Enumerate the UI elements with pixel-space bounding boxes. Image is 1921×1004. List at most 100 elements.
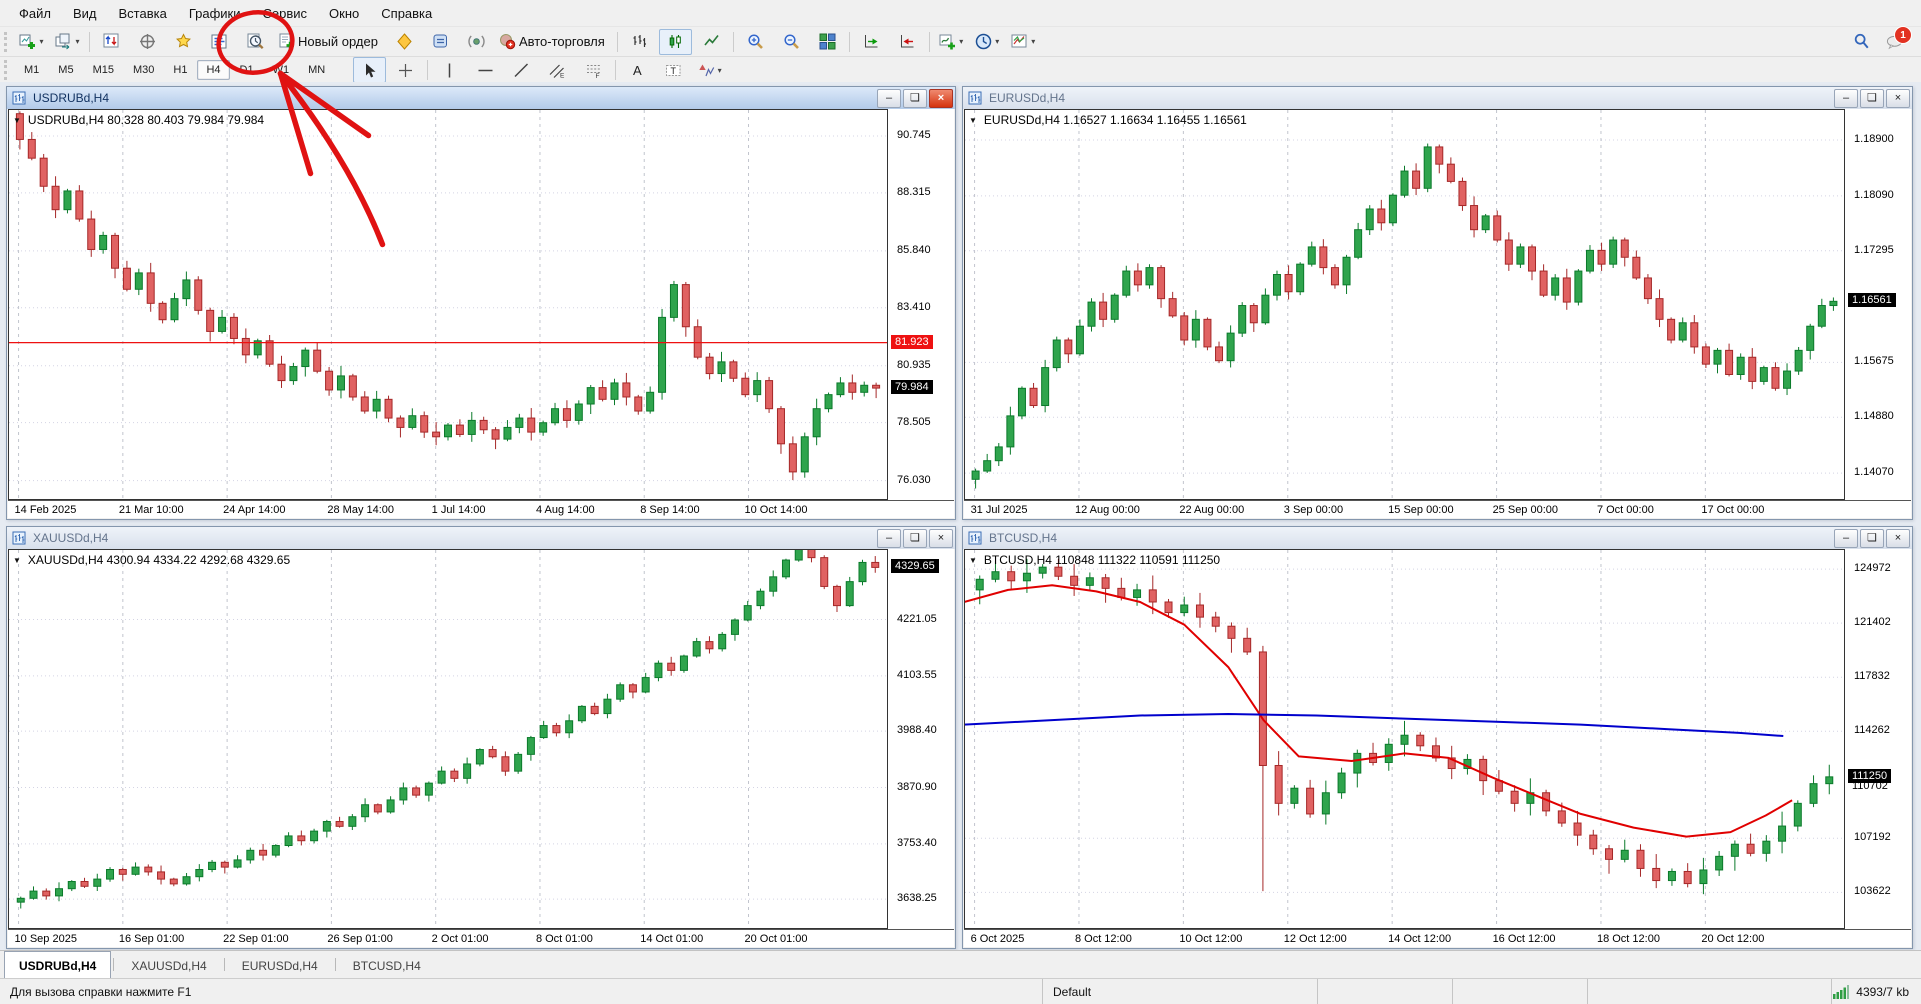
strategy-tester-button[interactable] — [239, 29, 272, 55]
crosshair-button[interactable] — [389, 57, 422, 83]
alerts-button[interactable] — [460, 29, 493, 55]
metaquotes-services-button[interactable] — [424, 29, 457, 55]
timeframe-m15-button[interactable]: M15 — [84, 60, 123, 80]
candle-chart-mode-button[interactable] — [659, 29, 692, 55]
data-window-button[interactable] — [131, 29, 164, 55]
line-chart-mode-button[interactable] — [695, 29, 728, 55]
tab-separator — [335, 958, 336, 971]
collapse-triangle-icon[interactable]: ▼ — [13, 116, 21, 125]
toolbar-grip[interactable] — [4, 32, 11, 52]
templates-button[interactable]: ▾ — [1007, 29, 1040, 55]
terminal-button[interactable] — [203, 29, 236, 55]
menu-Справка[interactable]: Справка — [370, 2, 443, 25]
chevron-down-icon[interactable]: ▾ — [1031, 37, 1035, 46]
search-button[interactable] — [1853, 33, 1870, 50]
chart-titlebar-BTCUSD[interactable]: BTCUSD,H4–❏× — [963, 527, 1912, 549]
timeframe-m5-button[interactable]: M5 — [49, 60, 82, 80]
timeframe-d1-button[interactable]: D1 — [231, 60, 263, 80]
timeframe-m1-button[interactable]: M1 — [15, 60, 48, 80]
close-button[interactable]: × — [929, 89, 953, 108]
chart-titlebar-XAUUSDd[interactable]: XAUUSDd,H4–❏× — [7, 527, 955, 549]
auto-trading-button[interactable]: Авто-торговля — [496, 29, 612, 55]
indicators-button[interactable]: ▾ — [935, 29, 968, 55]
collapse-triangle-icon[interactable]: ▼ — [13, 556, 21, 565]
tab-EURUSDdH4[interactable]: EURUSDd,H4 — [227, 951, 333, 978]
profiles-button[interactable]: ▾ — [51, 29, 84, 55]
minimize-button[interactable]: – — [877, 89, 901, 108]
menu-Окно[interactable]: Окно — [318, 2, 370, 25]
price-chart-USDRUBd[interactable] — [8, 109, 954, 518]
new-order-button[interactable]: Новый ордер — [275, 29, 385, 55]
timeframe-m30-button[interactable]: M30 — [124, 60, 163, 80]
zoom-in-button[interactable] — [739, 29, 772, 55]
trendline-button[interactable] — [505, 57, 538, 83]
collapse-triangle-icon[interactable]: ▼ — [969, 556, 977, 565]
new-chart-button[interactable]: ▾ — [15, 29, 48, 55]
chevron-down-icon[interactable]: ▾ — [959, 37, 963, 46]
close-button[interactable]: × — [1886, 89, 1910, 108]
metaeditor-button[interactable] — [388, 29, 421, 55]
price-chart-BTCUSD[interactable] — [964, 549, 1911, 947]
tab-XAUUSDdH4[interactable]: XAUUSDd,H4 — [116, 951, 221, 978]
chart-window-USDRUBd[interactable]: USDRUBd,H4–❏×90.74588.31585.84083.41080.… — [6, 86, 956, 520]
price-tick: 124972 — [1854, 562, 1891, 574]
minimize-button[interactable]: – — [1834, 529, 1858, 548]
restore-button[interactable]: ❏ — [903, 529, 927, 548]
chevron-down-icon[interactable]: ▾ — [995, 37, 999, 46]
chart-window-EURUSDd[interactable]: EURUSDd,H4–❏×1.189001.180901.172951.1567… — [962, 86, 1913, 520]
ma-slow-blue-line — [964, 714, 1783, 736]
menu-Графики[interactable]: Графики — [178, 2, 252, 25]
menu-Вид[interactable]: Вид — [62, 2, 108, 25]
status-profile[interactable]: Default — [1042, 979, 1182, 1004]
close-button[interactable]: × — [929, 529, 953, 548]
notifications-button[interactable]: 1 — [1886, 33, 1903, 50]
restore-button[interactable]: ❏ — [903, 89, 927, 108]
tester-magnifier-icon — [247, 33, 264, 50]
auto-scroll-button[interactable] — [855, 29, 888, 55]
chevron-down-icon[interactable]: ▾ — [718, 66, 722, 75]
vertical-line-button[interactable] — [433, 57, 466, 83]
close-button[interactable]: × — [1886, 529, 1910, 548]
text-button[interactable]: A — [621, 57, 654, 83]
timeframe-h1-button[interactable]: H1 — [164, 60, 196, 80]
chart-shift-button[interactable] — [891, 29, 924, 55]
price-chart-XAUUSDd[interactable] — [8, 549, 954, 947]
tab-BTCUSDH4[interactable]: BTCUSD,H4 — [338, 951, 436, 978]
market-watch-button[interactable] — [95, 29, 128, 55]
timeframe-h4-button[interactable]: H4 — [197, 60, 229, 80]
chart-titlebar-USDRUBd[interactable]: USDRUBd,H4–❏× — [7, 87, 955, 109]
fibonacci-button[interactable]: F — [577, 57, 610, 83]
time-tick: 17 Oct 00:00 — [1701, 504, 1764, 516]
equidistant-channel-button[interactable]: E — [541, 57, 574, 83]
minimize-button[interactable]: – — [1834, 89, 1858, 108]
menu-Сервис[interactable]: Сервис — [252, 2, 319, 25]
tile-windows-button[interactable] — [811, 29, 844, 55]
chart-window-BTCUSD[interactable]: BTCUSD,H4–❏×1249721214021178321142621071… — [962, 526, 1913, 949]
chart-window-XAUUSDd[interactable]: XAUUSDd,H4–❏×4221.054103.553988.403870.9… — [6, 526, 956, 949]
navigator-button[interactable] — [167, 29, 200, 55]
toolbar-grip[interactable] — [4, 60, 11, 80]
time-tick: 18 Oct 12:00 — [1597, 933, 1660, 945]
restore-button[interactable]: ❏ — [1860, 529, 1884, 548]
chevron-down-icon[interactable]: ▾ — [75, 37, 79, 46]
chart-titlebar-EURUSDd[interactable]: EURUSDd,H4–❏× — [963, 87, 1912, 109]
price-chart-EURUSDd[interactable] — [964, 109, 1911, 518]
timeframe-w1-button[interactable]: W1 — [264, 60, 299, 80]
timeframe-mn-button[interactable]: MN — [299, 60, 334, 80]
time-tick: 10 Sep 2025 — [15, 933, 77, 945]
restore-button[interactable]: ❏ — [1860, 89, 1884, 108]
bar-chart-mode-button[interactable] — [623, 29, 656, 55]
menu-Вставка[interactable]: Вставка — [108, 2, 178, 25]
arrows-button[interactable]: ▾ — [693, 57, 726, 83]
zoom-out-button[interactable] — [775, 29, 808, 55]
tab-USDRUBdH4[interactable]: USDRUBd,H4 — [4, 951, 111, 978]
chevron-down-icon[interactable]: ▾ — [39, 37, 43, 46]
price-tick: 3870.90 — [897, 781, 937, 793]
minimize-button[interactable]: – — [877, 529, 901, 548]
periods-button[interactable]: ▾ — [971, 29, 1004, 55]
text-label-button[interactable]: T — [657, 57, 690, 83]
collapse-triangle-icon[interactable]: ▼ — [969, 116, 977, 125]
horizontal-line-button[interactable] — [469, 57, 502, 83]
menu-Файл[interactable]: Файл — [8, 2, 62, 25]
cursor-button[interactable] — [353, 57, 386, 83]
